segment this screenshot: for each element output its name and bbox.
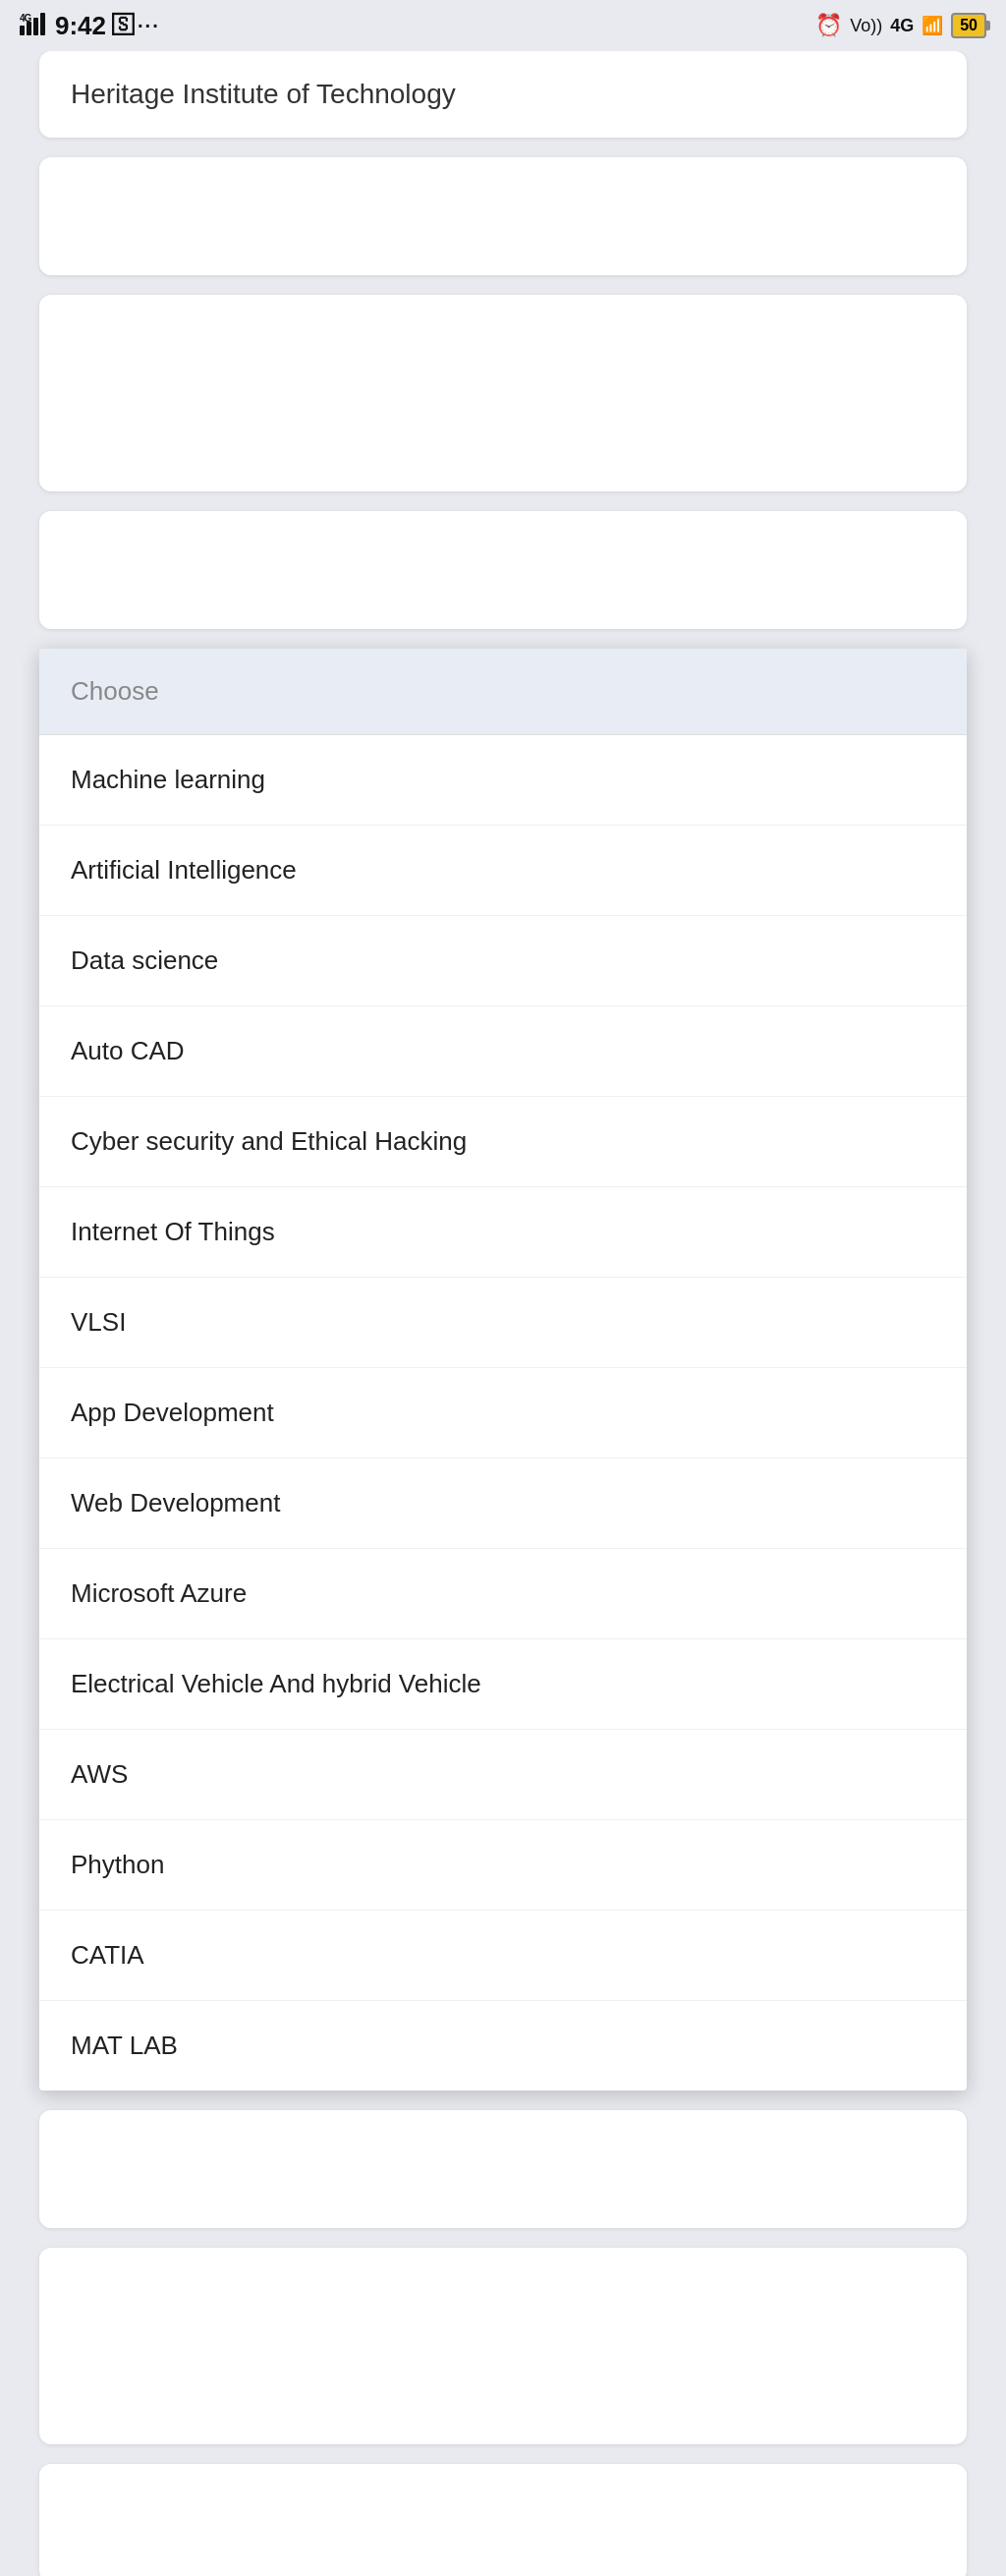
dropdown-item[interactable]: Internet Of Things	[39, 1187, 967, 1278]
page-content: Heritage Institute of Technology Choose …	[0, 51, 1006, 2576]
battery-level: 50	[960, 17, 978, 34]
form-card-6	[39, 2464, 967, 2576]
dropdown-item-label: Web Development	[71, 1488, 280, 1517]
dropdown-item[interactable]: Data science	[39, 916, 967, 1006]
alarm-icon: ⏰	[815, 13, 842, 38]
dropdown-item[interactable]: AWS	[39, 1730, 967, 1820]
form-card-4	[39, 2110, 967, 2228]
lte-label: 4G	[890, 16, 914, 36]
dropdown-item[interactable]: MAT LAB	[39, 2001, 967, 2090]
dropdown-item[interactable]: Cyber security and Ethical Hacking	[39, 1097, 967, 1187]
dropdown-item-label: Auto CAD	[71, 1036, 185, 1065]
dropdown-item-label: Machine learning	[71, 765, 265, 794]
form-card-3	[39, 511, 967, 629]
time-display: 9:42	[55, 11, 106, 41]
dropdown-item[interactable]: Electrical Vehicle And hybrid Vehicle	[39, 1639, 967, 1730]
svg-rect-0	[20, 26, 25, 35]
dropdown-item-label: Phython	[71, 1850, 164, 1879]
status-bar: 4G 9:42 🅂 ··· ⏰ Vo)) 4G 📶 50	[0, 0, 1006, 51]
dropdown-item[interactable]: Auto CAD	[39, 1006, 967, 1097]
dots-icon: ···	[138, 15, 160, 37]
page-title: Heritage Institute of Technology	[71, 79, 456, 109]
svg-text:4G: 4G	[20, 13, 32, 24]
dropdown-item-label: VLSI	[71, 1307, 126, 1337]
dropdown-item[interactable]: VLSI	[39, 1278, 967, 1368]
dropdown-item[interactable]: Phython	[39, 1820, 967, 1911]
dropdown-item[interactable]: Artificial Intelligence	[39, 826, 967, 916]
dropdown-items-list: Machine learning Artificial Intelligence D…	[39, 735, 967, 2090]
dropdown-item[interactable]: Microsoft Azure	[39, 1549, 967, 1639]
form-card-5	[39, 2248, 967, 2444]
wifi-icon: 📶	[922, 15, 943, 36]
dropdown-item[interactable]: Web Development	[39, 1459, 967, 1549]
dropdown-menu[interactable]: Choose Machine learning Artificial Intell…	[39, 649, 967, 2090]
dropdown-item-label: CATIA	[71, 1940, 144, 1970]
status-left: 4G 9:42 🅂 ···	[20, 11, 160, 41]
svg-rect-2	[33, 18, 38, 35]
dropdown-item-label: Internet Of Things	[71, 1217, 275, 1246]
status-right: ⏰ Vo)) 4G 📶 50	[815, 13, 986, 38]
dropdown-item-label: App Development	[71, 1398, 274, 1427]
svg-rect-1	[27, 22, 31, 35]
form-card-2	[39, 295, 967, 491]
dropdown-item-label: AWS	[71, 1759, 128, 1789]
dropdown-item-label: MAT LAB	[71, 2031, 178, 2060]
dropdown-item[interactable]: Machine learning	[39, 735, 967, 826]
dropdown-item-label: Microsoft Azure	[71, 1578, 247, 1608]
svg-rect-3	[40, 13, 45, 35]
dropdown-item[interactable]: CATIA	[39, 1911, 967, 2001]
dropdown-placeholder-text: Choose	[71, 676, 159, 706]
dropdown-placeholder[interactable]: Choose	[39, 649, 967, 735]
battery-indicator: 50	[951, 13, 986, 38]
carrier-icon: 🅂	[112, 13, 134, 38]
dropdown-item-label: Data science	[71, 945, 218, 975]
dropdown-item-label: Cyber security and Ethical Hacking	[71, 1126, 467, 1156]
page-header-card: Heritage Institute of Technology	[39, 51, 967, 138]
signal-icon: 4G	[20, 12, 47, 40]
dropdown-item-label: Artificial Intelligence	[71, 855, 297, 885]
form-card-1	[39, 157, 967, 275]
vol-icon: Vo))	[850, 16, 882, 36]
dropdown-item-label: Electrical Vehicle And hybrid Vehicle	[71, 1669, 481, 1698]
dropdown-item[interactable]: App Development	[39, 1368, 967, 1459]
